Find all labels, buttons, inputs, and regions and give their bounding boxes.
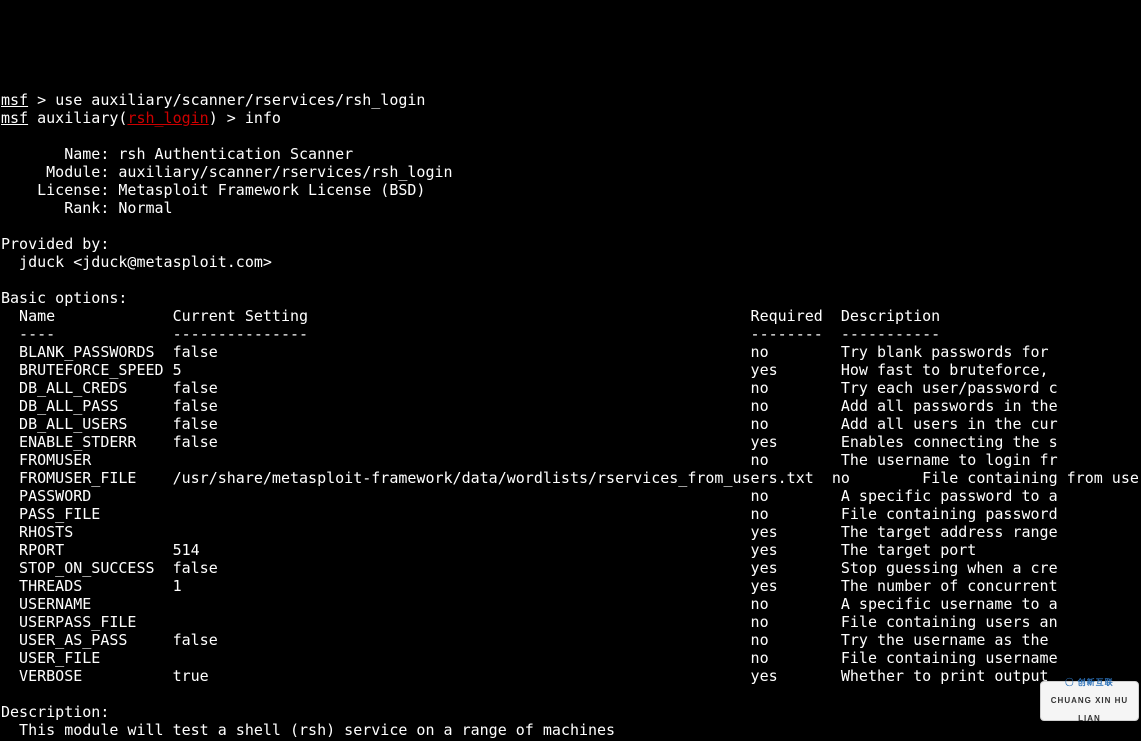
module-name: rsh_login <box>127 109 208 127</box>
option-row: PASSWORD no A specific password to a <box>1 487 1058 505</box>
command-text: use auxiliary/scanner/rservices/rsh_logi… <box>55 91 425 109</box>
provided-by-value: jduck <jduck@metasploit.com> <box>1 253 272 271</box>
option-row: RPORT 514 yes The target port <box>1 541 976 559</box>
option-row: DB_ALL_USERS false no Add all users in t… <box>1 415 1058 433</box>
prompt-symbol: > <box>28 91 55 109</box>
aux-prefix: auxiliary( <box>28 109 127 127</box>
option-row: VERBOSE true yes Whether to print output <box>1 667 1058 685</box>
option-row: THREADS 1 yes The number of concurrent <box>1 577 1058 595</box>
aux-suffix: ) > <box>209 109 245 127</box>
msf-prompt: msf <box>1 109 28 127</box>
command-text: info <box>245 109 281 127</box>
prompt-line-2: msf auxiliary(rsh_login) > info <box>1 109 281 127</box>
msf-prompt: msf <box>1 91 28 109</box>
info-license: License: Metasploit Framework License (B… <box>1 181 425 199</box>
prompt-line-1: msf > use auxiliary/scanner/rservices/rs… <box>1 91 425 109</box>
terminal-output: msf > use auxiliary/scanner/rservices/rs… <box>0 90 1141 741</box>
option-row: ENABLE_STDERR false yes Enables connecti… <box>1 433 1058 451</box>
watermark-logo: ◯ 创新互联 CHUANG XIN HU LIAN <box>1040 681 1139 721</box>
logo-text-top: ◯ 创新互联 <box>1041 674 1138 692</box>
options-table-header: Name Current Setting Required Descriptio… <box>1 307 940 325</box>
basic-options-header: Basic options: <box>1 289 127 307</box>
options-table-divider: ---- --------------- -------- ----------… <box>1 325 940 343</box>
option-row: FROMUSER no The username to login fr <box>1 451 1058 469</box>
info-name: Name: rsh Authentication Scanner <box>1 145 353 163</box>
option-row: DB_ALL_CREDS false no Try each user/pass… <box>1 379 1058 397</box>
info-rank: Rank: Normal <box>1 199 173 217</box>
description-line: and report successful logins. NOTE: This… <box>1 739 624 741</box>
description-header: Description: <box>1 703 109 721</box>
option-row: USER_AS_PASS false no Try the username a… <box>1 631 1058 649</box>
provided-by-header: Provided by: <box>1 235 109 253</box>
option-row: DB_ALL_PASS false no Add all passwords i… <box>1 397 1058 415</box>
info-module: Module: auxiliary/scanner/rservices/rsh_… <box>1 163 453 181</box>
option-row: BLANK_PASSWORDS false no Try blank passw… <box>1 343 1058 361</box>
option-row: FROMUSER_FILE /usr/share/metasploit-fram… <box>1 469 1139 487</box>
option-row: BRUTEFORCE_SPEED 5 yes How fast to brute… <box>1 361 1058 379</box>
description-line: This module will test a shell (rsh) serv… <box>1 721 624 739</box>
option-row: STOP_ON_SUCCESS false yes Stop guessing … <box>1 559 1058 577</box>
option-row: USERNAME no A specific username to a <box>1 595 1058 613</box>
option-row: USERPASS_FILE no File containing users a… <box>1 613 1058 631</box>
option-row: PASS_FILE no File containing password <box>1 505 1058 523</box>
option-row: USER_FILE no File containing username <box>1 649 1058 667</box>
option-row: RHOSTS yes The target address range <box>1 523 1058 541</box>
